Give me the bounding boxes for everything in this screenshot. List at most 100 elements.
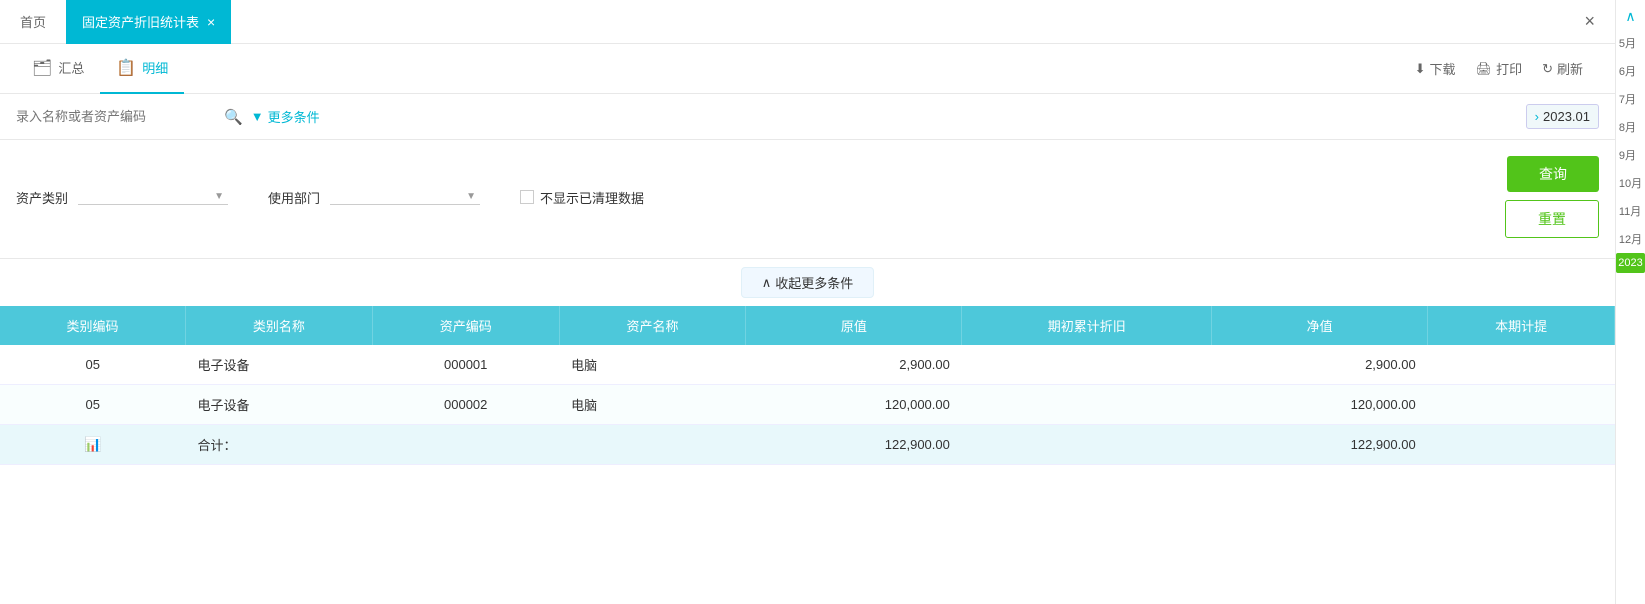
cell-asset-code: 000001 bbox=[372, 345, 559, 385]
sidebar-month-item[interactable]: 7月 bbox=[1619, 85, 1642, 113]
reset-button[interactable]: 重置 bbox=[1505, 200, 1599, 238]
col-current-deprec: 本期计提 bbox=[1428, 306, 1615, 345]
date-display: 2023.01 bbox=[1543, 109, 1590, 124]
download-icon: ⬇ bbox=[1415, 61, 1426, 77]
search-icon[interactable]: 🔍 bbox=[224, 108, 243, 126]
sub-tabs-bar: 🗂 汇总 📋 明细 ⬇ 下载 🖨 打印 ↻ 刷新 bbox=[0, 44, 1615, 94]
search-bar: 🔍 ▼ 更多条件 › 2023.01 bbox=[0, 94, 1615, 140]
cell-category-code: 05 bbox=[0, 385, 186, 425]
download-label: 下载 bbox=[1430, 59, 1456, 78]
col-category-name: 类别名称 bbox=[186, 306, 373, 345]
summary-icon: 🗂 bbox=[32, 58, 52, 78]
cell-category-code: 05 bbox=[0, 345, 186, 385]
date-nav-button[interactable]: › 2023.01 bbox=[1526, 104, 1599, 129]
cell-asset-name: 电脑 bbox=[559, 385, 746, 425]
active-tab[interactable]: 固定资产折旧统计表 × bbox=[66, 0, 231, 44]
cell-category-name: 电子设备 bbox=[186, 345, 373, 385]
table-row: 05 电子设备 000002 电脑 120,000.00 120,000.00 bbox=[0, 385, 1615, 425]
table-body: 05 电子设备 000001 电脑 2,900.00 2,900.00 05 电… bbox=[0, 345, 1615, 465]
sidebar-months: 5月6月7月8月9月10月11月12月 bbox=[1619, 29, 1642, 253]
collapse-more-button[interactable]: ∧ 收起更多条件 bbox=[741, 267, 875, 298]
total-row: 📊 合计： 122,900.00 122,900.00 bbox=[0, 425, 1615, 465]
total-icon: 📊 bbox=[84, 436, 101, 452]
table-header-row: 类别编码 类别名称 资产编码 资产名称 原值 期初累计折旧 净值 本期计提 bbox=[0, 306, 1615, 345]
collapse-more-area: ∧ 收起更多条件 bbox=[0, 259, 1615, 306]
no-cleared-checkbox[interactable] bbox=[520, 190, 534, 204]
collapse-label: 收起更多条件 bbox=[775, 273, 853, 292]
asset-type-select[interactable]: ▼ bbox=[78, 189, 228, 205]
print-label: 打印 bbox=[1496, 59, 1522, 78]
asset-type-label: 资产类别 bbox=[16, 188, 68, 207]
department-filter: 使用部门 ▼ bbox=[268, 188, 480, 207]
total-accum-deprec bbox=[962, 425, 1212, 465]
total-label-cell: 合计： bbox=[186, 425, 746, 465]
no-cleared-checkbox-area: 不显示已清理数据 bbox=[520, 188, 644, 207]
tab-label: 固定资产折旧统计表 bbox=[82, 12, 199, 31]
filter-area: 资产类别 ▼ 使用部门 ▼ 不显示已清理数据 查询 重置 bbox=[0, 140, 1615, 259]
detail-tab-label: 明细 bbox=[142, 58, 168, 77]
col-net-value: 净值 bbox=[1212, 306, 1428, 345]
tab-summary[interactable]: 🗂 汇总 bbox=[16, 44, 100, 94]
filter-row-1: 资产类别 ▼ 使用部门 ▼ 不显示已清理数据 查询 重置 bbox=[16, 156, 1599, 238]
tab-detail[interactable]: 📋 明细 bbox=[100, 44, 184, 94]
download-button[interactable]: ⬇ 下载 bbox=[1415, 59, 1456, 78]
col-asset-name: 资产名称 bbox=[559, 306, 746, 345]
sidebar-month-item[interactable]: 11月 bbox=[1619, 197, 1642, 225]
data-table: 类别编码 类别名称 资产编码 资产名称 原值 期初累计折旧 净值 本期计提 05… bbox=[0, 306, 1615, 465]
filter-icon: ▼ bbox=[251, 109, 264, 124]
cell-accum-deprec bbox=[962, 345, 1212, 385]
cell-category-name: 电子设备 bbox=[186, 385, 373, 425]
chevron-left-icon[interactable]: › bbox=[1535, 109, 1539, 124]
query-button[interactable]: 查询 bbox=[1507, 156, 1599, 192]
refresh-button[interactable]: ↻ 刷新 bbox=[1542, 59, 1583, 78]
cell-current-deprec bbox=[1428, 345, 1615, 385]
cell-asset-code: 000002 bbox=[372, 385, 559, 425]
data-table-wrapper: 类别编码 类别名称 资产编码 资产名称 原值 期初累计折旧 净值 本期计提 05… bbox=[0, 306, 1615, 604]
asset-type-filter: 资产类别 ▼ bbox=[16, 188, 228, 207]
refresh-icon: ↻ bbox=[1542, 61, 1553, 77]
cell-accum-deprec bbox=[962, 385, 1212, 425]
print-button[interactable]: 🖨 打印 bbox=[1476, 59, 1523, 78]
col-asset-code: 资产编码 bbox=[372, 306, 559, 345]
sidebar-month-item[interactable]: 6月 bbox=[1619, 57, 1642, 85]
tab-close-icon[interactable]: × bbox=[207, 14, 215, 30]
table-row: 05 电子设备 000001 电脑 2,900.00 2,900.00 bbox=[0, 345, 1615, 385]
cell-net-value: 120,000.00 bbox=[1212, 385, 1428, 425]
cell-current-deprec bbox=[1428, 385, 1615, 425]
asset-type-arrow-icon: ▼ bbox=[214, 191, 224, 202]
col-accum-deprec: 期初累计折旧 bbox=[962, 306, 1212, 345]
sidebar-month-item[interactable]: 8月 bbox=[1619, 113, 1642, 141]
total-original: 122,900.00 bbox=[746, 425, 962, 465]
window-close-button[interactable]: × bbox=[1564, 11, 1615, 32]
sidebar-month-item[interactable]: 9月 bbox=[1619, 141, 1642, 169]
right-sidebar: ∧ 5月6月7月8月9月10月11月12月 2023 bbox=[1615, 0, 1645, 604]
toolbar-buttons: ⬇ 下载 🖨 打印 ↻ 刷新 bbox=[1415, 59, 1599, 78]
summary-tab-label: 汇总 bbox=[58, 58, 84, 77]
refresh-label: 刷新 bbox=[1557, 59, 1583, 78]
total-icon-cell: 📊 bbox=[0, 425, 186, 465]
sidebar-month-item[interactable]: 10月 bbox=[1619, 169, 1642, 197]
print-icon: 🖨 bbox=[1476, 61, 1493, 77]
cell-original-value: 2,900.00 bbox=[746, 345, 962, 385]
total-net-value: 122,900.00 bbox=[1212, 425, 1428, 465]
no-cleared-label: 不显示已清理数据 bbox=[540, 188, 644, 207]
sidebar-nav-up-icon[interactable]: ∧ bbox=[1621, 4, 1639, 29]
cell-original-value: 120,000.00 bbox=[746, 385, 962, 425]
sidebar-month-item[interactable]: 12月 bbox=[1619, 225, 1642, 253]
department-arrow-icon: ▼ bbox=[466, 191, 476, 202]
department-label: 使用部门 bbox=[268, 188, 320, 207]
filter-label: 更多条件 bbox=[268, 107, 320, 126]
sidebar-year-badge[interactable]: 2023 bbox=[1616, 253, 1644, 273]
col-original-value: 原值 bbox=[746, 306, 962, 345]
col-category-code: 类别编码 bbox=[0, 306, 186, 345]
cell-net-value: 2,900.00 bbox=[1212, 345, 1428, 385]
cell-asset-name: 电脑 bbox=[559, 345, 746, 385]
collapse-icon: ∧ bbox=[762, 275, 772, 291]
search-input[interactable] bbox=[16, 109, 216, 124]
filter-buttons: 查询 重置 bbox=[1505, 156, 1599, 238]
department-select[interactable]: ▼ bbox=[330, 189, 480, 205]
home-link[interactable]: 首页 bbox=[0, 12, 66, 31]
sidebar-month-item[interactable]: 5月 bbox=[1619, 29, 1642, 57]
total-current-deprec bbox=[1428, 425, 1615, 465]
more-filter-button[interactable]: ▼ 更多条件 bbox=[251, 107, 320, 126]
